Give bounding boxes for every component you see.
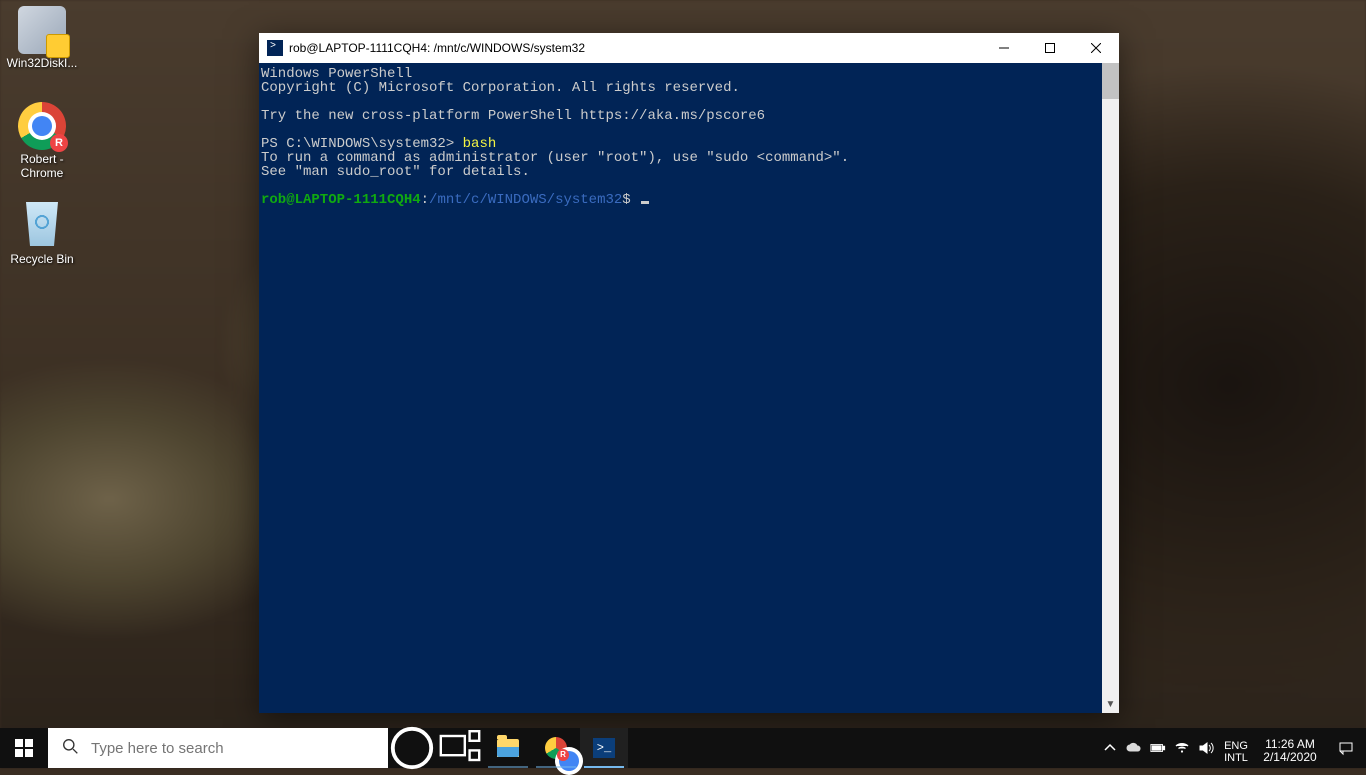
start-button[interactable] <box>0 728 48 768</box>
tray-clock[interactable]: 11:26 AM 2/14/2020 <box>1254 732 1326 764</box>
powershell-icon <box>267 40 283 56</box>
chrome-icon: R <box>545 737 567 759</box>
taskbar-app-chrome[interactable]: R <box>532 728 580 768</box>
minimize-button[interactable] <box>981 33 1027 63</box>
wifi-icon <box>1174 740 1190 756</box>
taskbar-app-file-explorer[interactable] <box>484 728 532 768</box>
notification-icon <box>1338 740 1354 756</box>
close-button[interactable] <box>1073 33 1119 63</box>
disk-icon <box>18 6 66 54</box>
task-view-icon <box>436 724 484 772</box>
chevron-up-icon <box>1102 740 1118 756</box>
taskbar-search[interactable] <box>48 728 388 768</box>
maximize-button[interactable] <box>1027 33 1073 63</box>
taskbar-running-apps: R >_ <box>484 728 628 768</box>
powershell-window[interactable]: rob@LAPTOP-1111CQH4: /mnt/c/WINDOWS/syst… <box>259 33 1119 713</box>
cortana-circle-icon <box>388 724 436 772</box>
desktop-icon-label: Recycle Bin <box>4 252 80 266</box>
taskbar-app-powershell[interactable]: >_ <box>580 728 628 768</box>
tray-onedrive-icon[interactable] <box>1122 728 1146 768</box>
scrollbar-thumb[interactable] <box>1102 63 1119 99</box>
scrollbar-down-arrow-icon[interactable]: ▼ <box>1102 696 1119 713</box>
terminal-output[interactable]: Windows PowerShell Copyright (C) Microso… <box>259 63 1102 713</box>
tray-language[interactable]: ENG INTL <box>1218 733 1254 764</box>
window-titlebar[interactable]: rob@LAPTOP-1111CQH4: /mnt/c/WINDOWS/syst… <box>259 33 1119 63</box>
recycle-bin-icon <box>18 202 66 250</box>
action-center-button[interactable] <box>1326 728 1366 768</box>
terminal-cursor <box>641 201 649 204</box>
windows-logo-icon <box>15 739 33 757</box>
search-input[interactable] <box>91 740 388 757</box>
desktop-icon-recycle-bin[interactable]: Recycle Bin <box>4 200 80 266</box>
tray-overflow-button[interactable] <box>1098 728 1122 768</box>
window-title: rob@LAPTOP-1111CQH4: /mnt/c/WINDOWS/syst… <box>289 41 585 55</box>
cortana-button[interactable] <box>388 728 436 768</box>
speaker-icon <box>1198 740 1214 756</box>
desktop-icon-win32diskimager[interactable]: Win32DiskI... <box>4 6 80 70</box>
tray-volume-icon[interactable] <box>1194 728 1218 768</box>
chrome-icon: R <box>18 102 66 150</box>
system-tray: ENG INTL 11:26 AM 2/14/2020 <box>1098 728 1366 768</box>
battery-icon <box>1150 740 1166 756</box>
tray-battery-icon[interactable] <box>1146 728 1170 768</box>
taskbar: R >_ ENG INTL 11:26 AM 2/14 <box>0 728 1366 768</box>
desktop-icon-label: Win32DiskI... <box>4 56 80 70</box>
desktop-icon-robert-chrome[interactable]: R Robert - Chrome <box>4 102 80 180</box>
desktop-icon-label: Robert - Chrome <box>4 152 80 180</box>
search-icon <box>62 738 79 759</box>
tray-wifi-icon[interactable] <box>1170 728 1194 768</box>
cloud-icon <box>1126 740 1142 756</box>
scrollbar-vertical[interactable]: ▼ <box>1102 63 1119 713</box>
task-view-button[interactable] <box>436 728 484 768</box>
powershell-icon: >_ <box>593 738 615 758</box>
file-explorer-icon <box>497 739 519 757</box>
